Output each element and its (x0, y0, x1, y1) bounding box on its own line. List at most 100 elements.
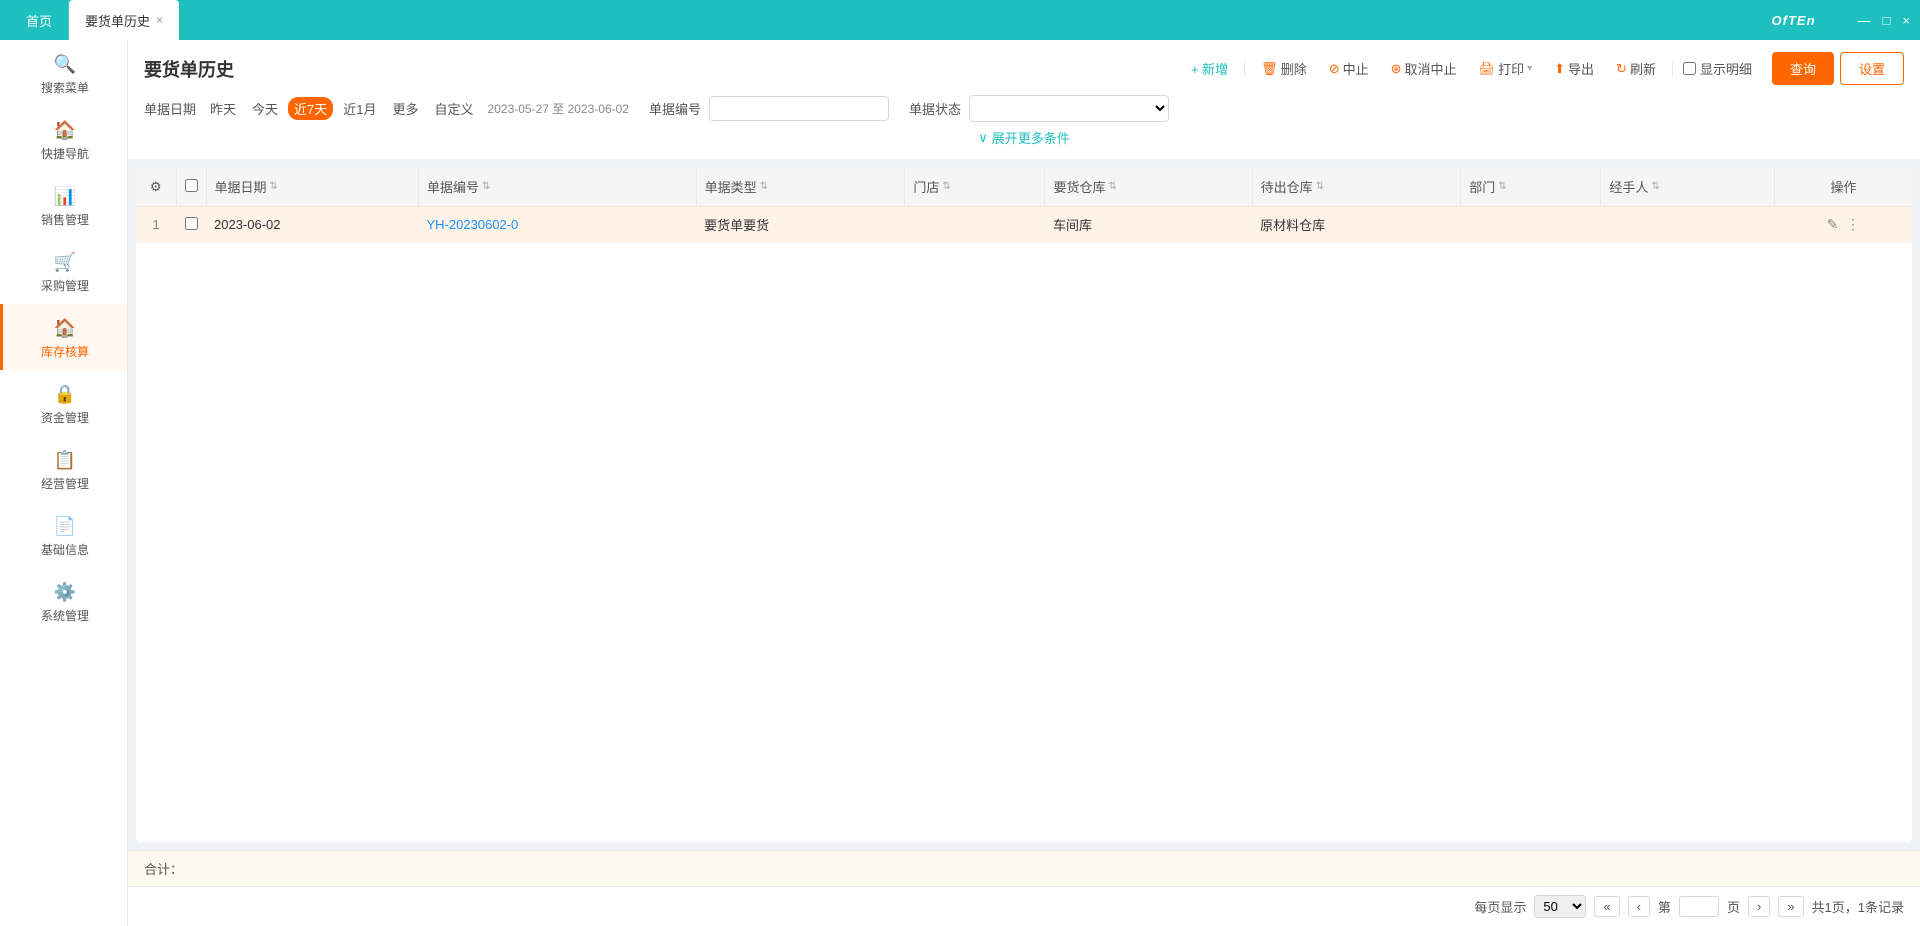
page-title-row: 要货单历史 + 新增 🗑 删除 ⊘ 中止 ⊛ (144, 52, 1904, 85)
page-label: 第 (1658, 897, 1671, 916)
print-icon: 🖨 (1479, 61, 1496, 77)
th-req-warehouse: 要货仓库 ⇅ (1045, 167, 1252, 207)
sidebar-item-purchase[interactable]: 🛒 采购管理 (0, 238, 127, 304)
sidebar-item-label: 系统管理 (41, 607, 89, 624)
sidebar-item-inventory[interactable]: 🏠 库存核算 (0, 304, 127, 370)
sidebar-item-label: 资金管理 (41, 409, 89, 426)
prev-page-button[interactable]: ‹ (1628, 896, 1650, 917)
minimize-btn[interactable]: — (1858, 13, 1871, 28)
order-no-input[interactable] (709, 96, 889, 121)
pagination: 每页显示 10 20 50 100 « ‹ 第 1 页 › » 共1页，1条记录 (128, 886, 1920, 926)
order-no-link[interactable]: YH-20230602-0 (427, 217, 519, 232)
delete-icon: 🗑 (1261, 61, 1278, 77)
table-row: 1 2023-06-02 YH-20230602-0 要货单要货 车间库 原材料… (136, 207, 1912, 243)
close-tab-icon[interactable]: × (156, 13, 163, 27)
select-all-checkbox[interactable] (185, 179, 198, 192)
per-page-label: 每页显示 (1474, 897, 1526, 916)
row-checkbox-cell[interactable] (176, 207, 206, 243)
order-no-label: 单据编号 (649, 99, 701, 118)
th-handler: 经手人 ⇅ (1601, 167, 1775, 207)
sidebar-item-search[interactable]: 🔍 搜索菜单 (0, 40, 127, 106)
date-tabs: 昨天 今天 近7天 近1月 更多 自定义 (204, 97, 480, 120)
cancel-stop-button[interactable]: ⊛ 取消中止 (1385, 55, 1463, 82)
sidebar-item-basic-info[interactable]: 📄 基础信息 (0, 502, 127, 568)
sidebar-item-sales[interactable]: 📊 销售管理 (0, 172, 127, 238)
finance-icon: 🔒 (54, 384, 76, 405)
date-tab-custom[interactable]: 自定义 (429, 97, 480, 120)
sidebar-item-label: 快捷导航 (41, 145, 89, 162)
th-order-type: 单据类型 ⇅ (696, 167, 905, 207)
sidebar-item-label: 经营管理 (41, 475, 89, 492)
sort-icon: ⇅ (1316, 181, 1324, 192)
print-dropdown-icon[interactable]: ▾ (1527, 63, 1532, 74)
page-suffix: 页 (1727, 897, 1740, 916)
sidebar-item-operation[interactable]: 📋 经营管理 (0, 436, 127, 502)
date-tab-yesterday[interactable]: 昨天 (204, 97, 242, 120)
row-num: 1 (136, 207, 176, 243)
export-button[interactable]: ⬆ 导出 (1548, 55, 1600, 82)
status-select[interactable] (969, 95, 1169, 122)
date-tab-today[interactable]: 今天 (246, 97, 284, 120)
expand-more-button[interactable]: ∨ 展开更多条件 (144, 122, 1904, 151)
tab-order-history[interactable]: 要货单历史 × (69, 0, 179, 40)
sidebar-item-quicknav[interactable]: 🏠 快捷导航 (0, 106, 127, 172)
page-input[interactable]: 1 (1679, 896, 1719, 917)
th-checkbox[interactable] (176, 167, 206, 207)
first-page-button[interactable]: « (1594, 896, 1619, 917)
edit-row-button[interactable]: ✎ (1827, 216, 1839, 232)
page-title: 要货单历史 (144, 56, 234, 82)
delete-button[interactable]: 🗑 删除 (1255, 55, 1313, 82)
th-operation: 操作 (1775, 167, 1912, 207)
stop-icon: ⊘ (1329, 61, 1340, 77)
more-row-button[interactable]: ⋮ (1846, 216, 1860, 232)
sidebar-item-system[interactable]: ⚙️ 系统管理 (0, 568, 127, 634)
th-order-no-sort[interactable]: 单据编号 ⇅ (427, 177, 688, 196)
sidebar-item-finance[interactable]: 🔒 资金管理 (0, 370, 127, 436)
th-order-no: 单据编号 ⇅ (419, 167, 697, 207)
th-pending-warehouse-sort[interactable]: 待出仓库 ⇅ (1261, 177, 1453, 196)
last-page-button[interactable]: » (1778, 896, 1803, 917)
order-no-filter-group: 单据编号 (649, 96, 889, 121)
table-settings-icon[interactable]: ⚙ (150, 179, 162, 194)
tab-home[interactable]: 首页 (10, 0, 69, 40)
th-department-sort[interactable]: 部门 ⇅ (1469, 177, 1592, 196)
row-order-no[interactable]: YH-20230602-0 (419, 207, 697, 243)
basic-info-icon: 📄 (54, 516, 76, 537)
th-handler-sort[interactable]: 经手人 ⇅ (1609, 177, 1766, 196)
print-button[interactable]: 🖨 打印 ▾ (1473, 55, 1539, 82)
row-checkbox[interactable] (185, 217, 198, 230)
show-detail-checkbox-label[interactable]: 显示明细 (1683, 59, 1752, 78)
row-operation: ✎ ⋮ (1775, 207, 1912, 243)
per-page-select[interactable]: 10 20 50 100 (1534, 895, 1586, 918)
sort-icon: ⇅ (482, 181, 490, 192)
date-tab-more[interactable]: 更多 (387, 97, 425, 120)
close-window-btn[interactable]: × (1902, 13, 1910, 28)
maximize-btn[interactable]: □ (1883, 13, 1891, 28)
operation-icon: 📋 (54, 450, 76, 471)
th-date-sort[interactable]: 单据日期 ⇅ (215, 177, 411, 196)
sales-icon: 📊 (54, 186, 76, 207)
sort-icon: ⇅ (942, 181, 950, 192)
next-page-button[interactable]: › (1748, 896, 1770, 917)
th-order-type-sort[interactable]: 单据类型 ⇅ (705, 177, 897, 196)
refresh-icon: ↻ (1616, 61, 1627, 77)
date-tab-7days[interactable]: 近7天 (288, 97, 333, 120)
new-button[interactable]: + 新增 (1185, 55, 1234, 82)
sidebar-item-label: 销售管理 (41, 211, 89, 228)
settings-button[interactable]: 设置 (1840, 52, 1904, 85)
sidebar: 🔍 搜索菜单 🏠 快捷导航 📊 销售管理 🛒 采购管理 🏠 库存核算 🔒 资金管… (0, 40, 128, 926)
th-settings[interactable]: ⚙ (136, 167, 176, 207)
sort-icon: ⇅ (1498, 181, 1506, 192)
date-tab-1month[interactable]: 近1月 (337, 97, 382, 120)
th-store-sort[interactable]: 门店 ⇅ (913, 177, 1036, 196)
th-req-warehouse-sort[interactable]: 要货仓库 ⇅ (1053, 177, 1243, 196)
filter-area: 单据日期 昨天 今天 近7天 近1月 更多 自定义 2023-05-27 至 2… (144, 95, 1904, 159)
stop-button[interactable]: ⊘ 中止 (1323, 55, 1375, 82)
row-handler (1601, 207, 1775, 243)
query-button[interactable]: 查询 (1772, 52, 1834, 85)
refresh-button[interactable]: ↻ 刷新 (1610, 55, 1662, 82)
orders-table: ⚙ 单据日期 ⇅ 单据编号 (136, 167, 1912, 243)
brand-label: OfTEn (1772, 13, 1816, 28)
show-detail-checkbox[interactable] (1683, 62, 1696, 75)
row-store (905, 207, 1045, 243)
